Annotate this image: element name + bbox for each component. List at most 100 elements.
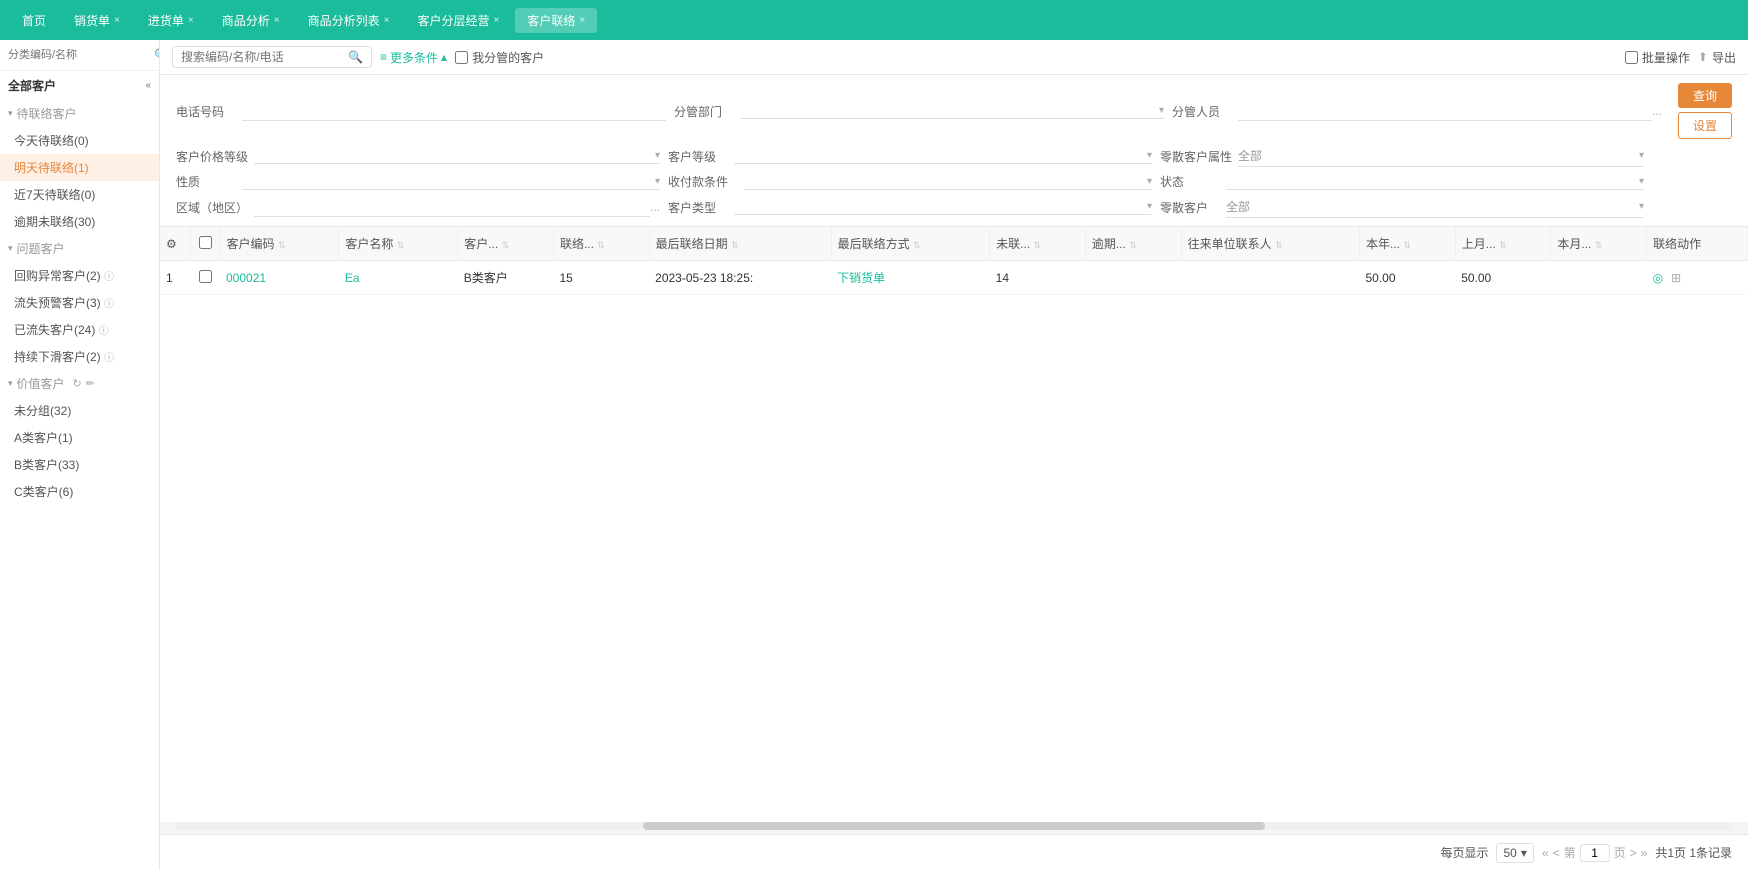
select-all-checkbox[interactable] <box>199 236 212 249</box>
region-dots[interactable]: ... <box>650 200 660 214</box>
dept-select[interactable]: ▾ <box>740 103 1164 119</box>
td-checkbox[interactable] <box>190 261 220 295</box>
retail-attr-select[interactable]: 全部 ▾ <box>1238 145 1644 167</box>
close-customer-seg-tab[interactable]: × <box>493 15 499 26</box>
filter-toolbar: 🔍 ≡ 更多条件 ▴ 我分管的客户 批量操作 ⬆ 导出 <box>160 40 1748 75</box>
batch-op-btn[interactable]: 批量操作 <box>1625 49 1690 66</box>
sidebar-item-ungrouped[interactable]: 未分组(32) <box>0 397 159 424</box>
close-sales-tab[interactable]: × <box>114 15 120 26</box>
sidebar-item-today-pending[interactable]: 今天待联络(0) <box>0 127 159 154</box>
th-contacts[interactable]: 联络... ⇅ <box>553 227 649 261</box>
all-customers-title[interactable]: 全部客户 « <box>0 71 159 100</box>
scrollbar-thumb[interactable] <box>643 822 1265 830</box>
filter-row-2: 客户价格等级 ▾ 客户等级 ▾ 零散客户属性 全部 <box>176 145 1732 167</box>
pending-group-title: ▾ 待联络客户 <box>0 100 159 127</box>
sidebar-item-b-class[interactable]: B类客户(33) <box>0 451 159 478</box>
sort-last-month-icon: ⇅ <box>1499 240 1507 250</box>
search-input[interactable] <box>181 50 344 64</box>
page-last-btn[interactable]: » <box>1641 846 1648 860</box>
page-first-btn[interactable]: « <box>1542 846 1549 860</box>
sidebar-item-a-class[interactable]: A类客户(1) <box>0 424 159 451</box>
price-level-label: 客户价格等级 <box>176 148 248 165</box>
sort-date-icon: ⇅ <box>731 240 739 250</box>
th-related-contact[interactable]: 往来单位联系人 ⇅ <box>1181 227 1359 261</box>
value-group-title: ▾ 价值客户 ↻ ✏ <box>0 370 159 397</box>
nav-item-customer-segmentation[interactable]: 客户分层经营 × <box>405 8 511 33</box>
action-view-icon[interactable]: ◎ <box>1653 271 1663 285</box>
sidebar-item-declining[interactable]: 持续下滑客户(2) ⓘ <box>0 343 159 370</box>
nav-item-customer-contact[interactable]: 客户联络 × <box>515 8 597 33</box>
nature-select[interactable]: ▾ <box>242 174 660 190</box>
page-size-select[interactable]: 50 ▾ <box>1496 843 1533 863</box>
page-size-chevron: ▾ <box>1521 846 1527 860</box>
page-input[interactable] <box>1580 844 1610 862</box>
payment-label: 收付款条件 <box>668 173 738 190</box>
sidebar-item-tomorrow-pending[interactable]: 明天待联络(1) <box>0 154 159 181</box>
filter-actions: 查询 设置 <box>1678 83 1732 139</box>
manager-dots[interactable]: ... <box>1652 104 1662 118</box>
sidebar-item-churned[interactable]: 已流失客户(24) ⓘ <box>0 316 159 343</box>
filter-panel: 电话号码 分管部门 ▾ 分管人员 ... 查询 设置 <box>160 75 1748 227</box>
more-conditions-btn[interactable]: ≡ 更多条件 ▴ <box>380 49 447 66</box>
reset-button[interactable]: 设置 <box>1678 112 1732 139</box>
sidebar-item-abnormal-repurchase[interactable]: 回购异常客户(2) ⓘ <box>0 262 159 289</box>
sidebar-item-churn-warning[interactable]: 流失预警客户(3) ⓘ <box>0 289 159 316</box>
my-customers-checkbox-wrap[interactable]: 我分管的客户 <box>455 49 544 66</box>
region-label: 区域（地区） <box>176 199 248 216</box>
nav-item-purchase[interactable]: 进货单 × <box>136 8 206 33</box>
sidebar-item-overdue-pending[interactable]: 逾期未联络(30) <box>0 208 159 235</box>
close-purchase-tab[interactable]: × <box>188 15 194 26</box>
td-last-contact-method[interactable]: 下销货单 <box>831 261 990 295</box>
close-product-analysis-tab[interactable]: × <box>274 15 280 26</box>
sort-name-icon: ⇅ <box>397 240 405 250</box>
query-button[interactable]: 查询 <box>1678 83 1732 108</box>
export-btn[interactable]: ⬆ 导出 <box>1698 49 1736 66</box>
sidebar-item-c-class[interactable]: C类客户(6) <box>0 478 159 505</box>
th-this-year[interactable]: 本年... ⇅ <box>1359 227 1455 261</box>
region-input[interactable] <box>254 198 650 217</box>
row-checkbox[interactable] <box>199 270 212 283</box>
th-overdue[interactable]: 逾期... ⇅ <box>1085 227 1181 261</box>
filter-row-4: 区域（地区） ... 客户类型 ▾ 零散客户 全部 ▾ <box>176 196 1732 218</box>
action-more-icon[interactable]: ⊞ <box>1671 271 1681 285</box>
close-product-analysis-list-tab[interactable]: × <box>384 15 390 26</box>
th-checkbox[interactable] <box>190 227 220 261</box>
page-prev-btn[interactable]: < <box>1553 846 1560 860</box>
th-last-contact-date[interactable]: 最后联络日期 ⇅ <box>649 227 831 261</box>
th-last-month[interactable]: 上月... ⇅ <box>1455 227 1551 261</box>
th-this-month[interactable]: 本月... ⇅ <box>1551 227 1647 261</box>
status-select[interactable]: ▾ <box>1226 174 1644 190</box>
td-code[interactable]: 000021 <box>220 261 339 295</box>
th-settings[interactable]: ⚙ <box>160 227 190 261</box>
phone-input[interactable] <box>242 102 666 121</box>
close-customer-contact-tab[interactable]: × <box>579 15 585 26</box>
search-icon[interactable]: 🔍 <box>348 50 363 64</box>
price-level-select[interactable]: ▾ <box>254 148 660 164</box>
th-uncontacted[interactable]: 未联... ⇅ <box>990 227 1086 261</box>
batch-op-checkbox[interactable] <box>1625 51 1638 64</box>
td-name[interactable]: Ea <box>339 261 458 295</box>
th-last-contact-method[interactable]: 最后联络方式 ⇅ <box>831 227 990 261</box>
sidebar-search-input[interactable] <box>8 49 150 61</box>
th-code[interactable]: 客户编码 ⇅ <box>220 227 339 261</box>
horizontal-scrollbar[interactable] <box>176 822 1732 830</box>
page-label: 第 <box>1564 844 1576 861</box>
sort-code-icon: ⇅ <box>278 240 286 250</box>
sidebar-item-7day-pending[interactable]: 近7天待联络(0) <box>0 181 159 208</box>
nav-item-product-analysis[interactable]: 商品分析 × <box>210 8 292 33</box>
my-customers-checkbox[interactable] <box>455 51 468 64</box>
customer-level-select[interactable]: ▾ <box>734 148 1152 164</box>
manager-input[interactable] <box>1238 102 1652 121</box>
payment-select[interactable]: ▾ <box>744 174 1152 190</box>
retail-customer-select[interactable]: 全部 ▾ <box>1226 196 1644 218</box>
nav-item-home[interactable]: 首页 <box>10 8 58 33</box>
retail-customer-chevron: ▾ <box>1639 201 1644 212</box>
nav-item-sales[interactable]: 销货单 × <box>62 8 132 33</box>
page-next-btn[interactable]: > <box>1630 846 1637 860</box>
th-type[interactable]: 客户... ⇅ <box>458 227 554 261</box>
collapse-icon[interactable]: « <box>145 80 151 91</box>
customer-type-select[interactable]: ▾ <box>734 199 1152 215</box>
th-name[interactable]: 客户名称 ⇅ <box>339 227 458 261</box>
nav-item-product-analysis-list[interactable]: 商品分析列表 × <box>296 8 402 33</box>
filter-customer-type: 客户类型 ▾ <box>668 199 1152 216</box>
